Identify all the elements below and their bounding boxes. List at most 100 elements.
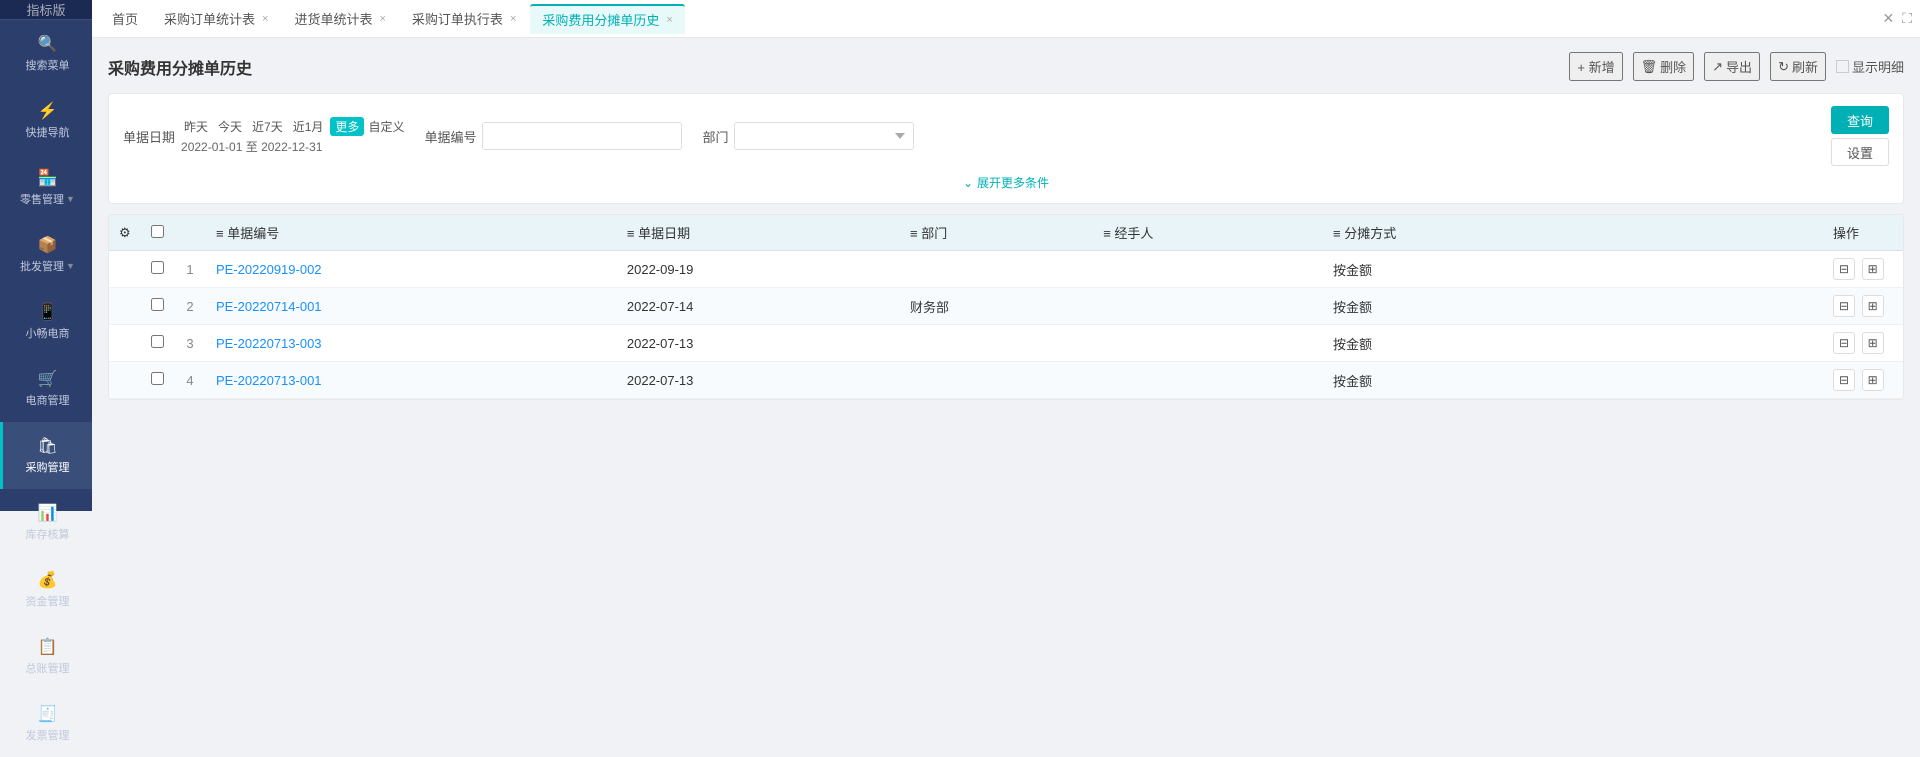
doc-no-link-2[interactable]: PE-20220713-003 <box>216 336 322 351</box>
sidebar-item-purchase[interactable]: 🛍 采购管理 <box>0 422 92 489</box>
td-op-2: ⊟ ⊞ <box>1823 325 1903 362</box>
table-row: 4 PE-20220713-001 2022-07-13 按金额 ⊟ ⊞ <box>109 362 1903 399</box>
export-button[interactable]: ↗ 导出 <box>1704 52 1760 81</box>
sidebar-icon-purchase: 🛍 <box>37 436 57 456</box>
td-gear-3 <box>109 362 141 399</box>
sidebar-item-ecom[interactable]: 🛒 电商管理 <box>0 355 92 422</box>
tab-arrival-stat[interactable]: 进货单统计表 × <box>282 4 397 34</box>
sidebar-item-inventory[interactable]: 📊 库存核算 <box>0 489 92 556</box>
td-gear-2 <box>109 325 141 362</box>
sidebar-item-wholesale[interactable]: 📦 批发管理 ▼ <box>0 221 92 288</box>
td-split-0: 按金额 <box>1323 251 1823 288</box>
td-date-0: 2022-09-19 <box>617 251 900 288</box>
tab-purchase-order-stat[interactable]: 采购订单统计表× <box>152 4 280 34</box>
tab-home[interactable]: 首页 <box>100 4 150 34</box>
close-window-icon[interactable]: ✕ <box>1882 10 1894 27</box>
td-check-2 <box>141 325 174 362</box>
sidebar-label-purchase: 采购管理 <box>26 459 70 475</box>
sidebar-icon-quicknav: ⚡ <box>38 101 58 121</box>
shortcut-today[interactable]: 今天 <box>215 117 245 136</box>
tab-close-purchase-order-stat[interactable]: × <box>262 13 268 25</box>
th-doc-date-label: ≡ 单据日期 <box>627 226 690 241</box>
op-more-2[interactable]: ⊞ <box>1862 332 1884 354</box>
op-edit-2[interactable]: ⊟ <box>1833 332 1855 354</box>
sidebar-icon-ledger: 📋 <box>38 637 58 657</box>
row-checkbox-3[interactable] <box>151 372 164 385</box>
row-checkbox-2[interactable] <box>151 335 164 348</box>
tab-close-arrival-stat[interactable]: × <box>379 13 385 25</box>
td-op-0: ⊟ ⊞ <box>1823 251 1903 288</box>
setting-button[interactable]: 设置 <box>1831 138 1889 166</box>
table-header-row: ⚙ ≡ 单据编号 ≡ 单据日期 ≡ 部门 <box>109 215 1903 251</box>
td-num-3: 4 <box>174 362 206 399</box>
refresh-button[interactable]: ↻ 刷新 <box>1770 52 1826 81</box>
sidebar-icon-ecom: 🛒 <box>38 369 58 389</box>
tab-label-home: 首页 <box>112 9 138 28</box>
sidebar-item-search[interactable]: 🔍 搜索菜单 <box>0 20 92 87</box>
td-gear-1 <box>109 288 141 325</box>
shortcut-7days[interactable]: 近7天 <box>249 117 286 136</box>
docno-input[interactable] <box>482 122 682 150</box>
td-dept-3 <box>900 362 1093 399</box>
shortcut-custom[interactable]: 自定义 <box>368 118 404 135</box>
td-date-1: 2022-07-14 <box>617 288 900 325</box>
row-checkbox-1[interactable] <box>151 298 164 311</box>
dept-select[interactable]: 财务部 <box>734 122 914 150</box>
shortcut-yesterday[interactable]: 昨天 <box>181 117 211 136</box>
expand-more-btn[interactable]: ⌄ 展开更多条件 <box>123 174 1889 191</box>
show-col-toggle[interactable]: 显示明细 <box>1836 57 1904 76</box>
op-edit-0[interactable]: ⊟ <box>1833 258 1855 280</box>
td-gear-0 <box>109 251 141 288</box>
op-more-3[interactable]: ⊞ <box>1862 369 1884 391</box>
th-check <box>141 215 174 251</box>
sidebar-arrow-retail: ▼ <box>66 194 75 204</box>
add-button[interactable]: + 新增 <box>1569 52 1622 81</box>
delete-icon: 🗑 <box>1641 59 1658 75</box>
sidebar-icon-invoice: 🧾 <box>38 704 58 724</box>
row-checkbox-0[interactable] <box>151 261 164 274</box>
tab-close-purchase-fee-history[interactable]: × <box>666 14 672 26</box>
op-more-1[interactable]: ⊞ <box>1862 295 1884 317</box>
delete-button[interactable]: 🗑 删除 <box>1633 52 1695 81</box>
tab-label-arrival-stat: 进货单统计表 <box>294 9 372 28</box>
op-more-0[interactable]: ⊞ <box>1862 258 1884 280</box>
table-row: 2 PE-20220714-001 2022-07-14 财务部 按金额 ⊟ ⊞ <box>109 288 1903 325</box>
tab-purchase-order-exec[interactable]: 采购订单执行表× <box>400 4 528 34</box>
shortcut-more[interactable]: 更多 <box>330 117 364 136</box>
doc-no-link-0[interactable]: PE-20220919-002 <box>216 262 322 277</box>
sidebar-item-retail[interactable]: 🏪 零售管理 ▼ <box>0 154 92 221</box>
maximize-icon[interactable]: ⛶ <box>1902 10 1912 27</box>
sidebar-icon-wholesale: 📦 <box>38 235 58 255</box>
sidebar-item-mini[interactable]: 📱 小畅电商 <box>0 288 92 355</box>
query-button[interactable]: 查询 <box>1831 106 1889 134</box>
sidebar-item-ledger[interactable]: 📋 总账管理 <box>0 623 92 690</box>
gear-icon[interactable]: ⚙ <box>119 225 131 240</box>
td-check-0 <box>141 251 174 288</box>
td-dept-1: 财务部 <box>900 288 1093 325</box>
sidebar-item-finance[interactable]: 💰 资金管理 <box>0 556 92 623</box>
td-num-1: 2 <box>174 288 206 325</box>
td-docno-0: PE-20220919-002 <box>206 251 617 288</box>
sidebar-item-invoice[interactable]: 🧾 发票管理 <box>0 690 92 757</box>
dept-filter-label: 部门 <box>702 127 728 146</box>
th-dept: ≡ 部门 <box>900 215 1093 251</box>
tab-close-purchase-order-exec[interactable]: × <box>510 13 516 25</box>
td-dept-2 <box>900 325 1093 362</box>
sidebar-arrow-wholesale: ▼ <box>66 261 75 271</box>
select-all-checkbox[interactable] <box>151 225 164 238</box>
doc-no-link-1[interactable]: PE-20220714-001 <box>216 299 322 314</box>
shortcut-1month[interactable]: 近1月 <box>290 117 327 136</box>
th-doc-no: ≡ 单据编号 <box>206 215 617 251</box>
th-handler-label: ≡ 经手人 <box>1103 226 1153 241</box>
op-edit-1[interactable]: ⊟ <box>1833 295 1855 317</box>
show-col-checkbox[interactable] <box>1836 60 1849 73</box>
doc-no-link-3[interactable]: PE-20220713-001 <box>216 373 322 388</box>
td-split-1: 按金额 <box>1323 288 1823 325</box>
td-handler-3 <box>1093 362 1323 399</box>
td-docno-3: PE-20220713-001 <box>206 362 617 399</box>
tab-purchase-fee-history[interactable]: 采购费用分摊单历史× <box>530 4 684 34</box>
sidebar-item-quicknav[interactable]: ⚡ 快捷导航 <box>0 87 92 154</box>
op-edit-3[interactable]: ⊟ <box>1833 369 1855 391</box>
sidebar-icon-inventory: 📊 <box>38 503 58 523</box>
td-check-3 <box>141 362 174 399</box>
